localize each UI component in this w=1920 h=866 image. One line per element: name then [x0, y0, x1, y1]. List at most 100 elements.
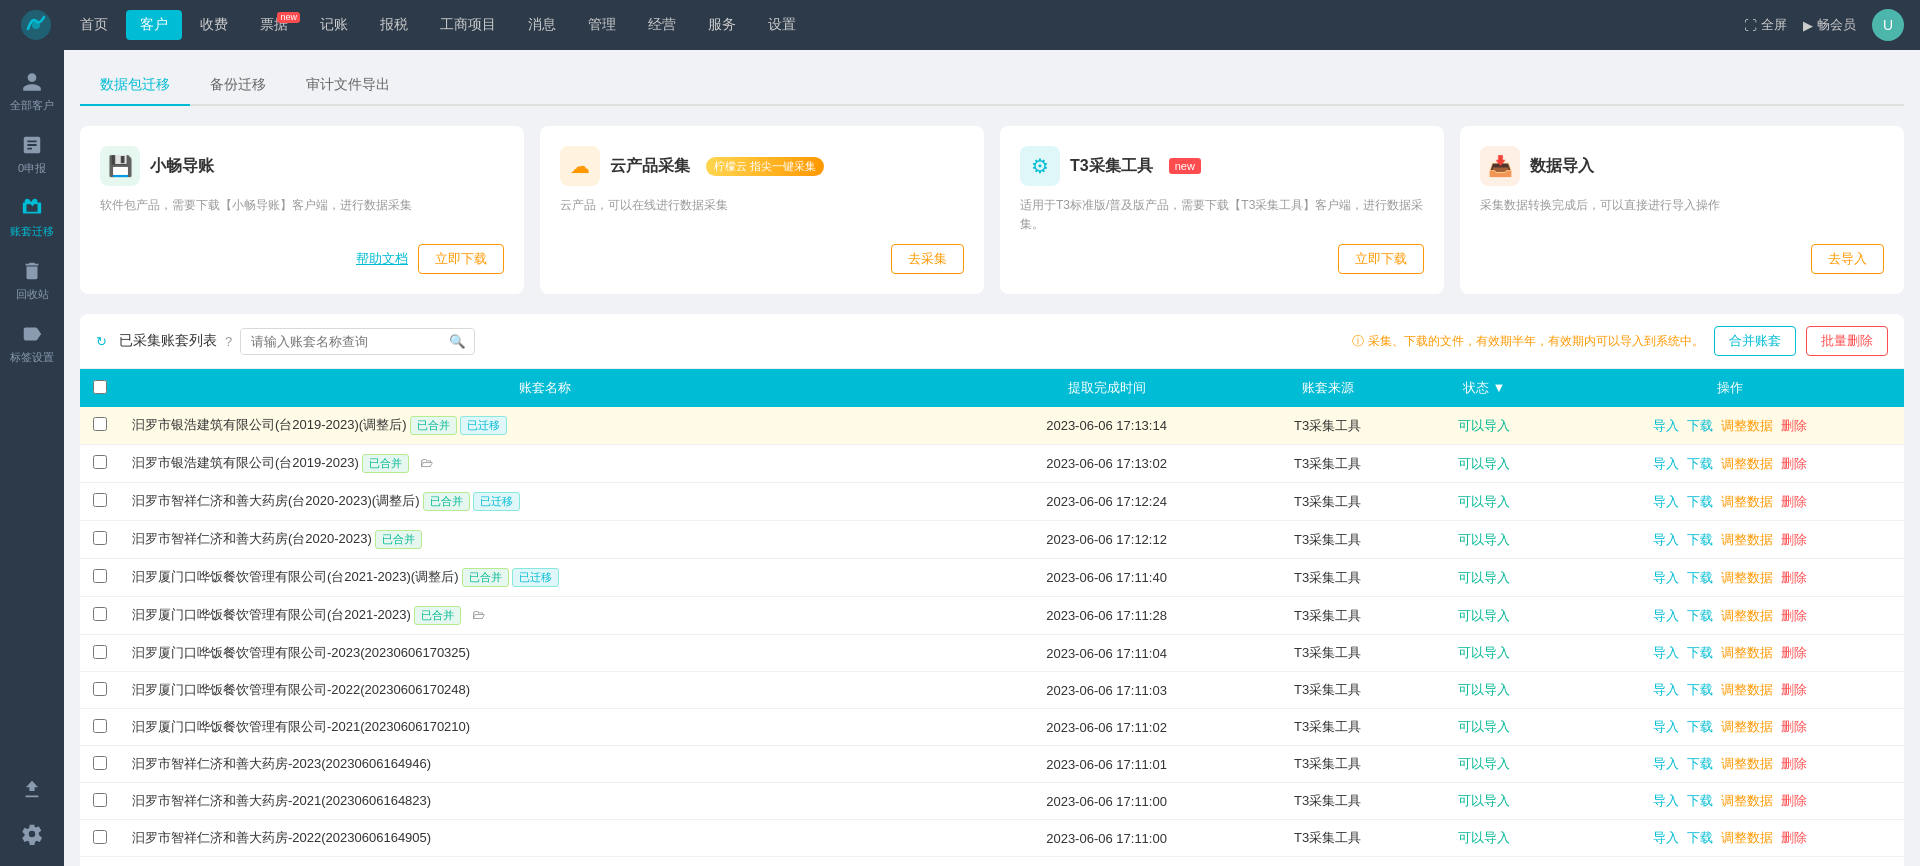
nav-accounting[interactable]: 记账: [306, 10, 362, 40]
sidebar-item-migrate[interactable]: 账套迁移: [0, 186, 64, 249]
file-icon[interactable]: 🗁: [472, 607, 485, 622]
member-btn[interactable]: ▶ 畅会员: [1803, 16, 1856, 34]
nav-home[interactable]: 首页: [66, 10, 122, 40]
import-link[interactable]: 导入: [1653, 793, 1679, 808]
download-link[interactable]: 下载: [1687, 719, 1713, 734]
adjust-data-link[interactable]: 调整数据: [1721, 456, 1773, 471]
tab-audit-export[interactable]: 审计文件导出: [286, 66, 410, 106]
row-checkbox[interactable]: [93, 455, 107, 469]
delete-link[interactable]: 删除: [1781, 570, 1807, 585]
adjust-data-link[interactable]: 调整数据: [1721, 830, 1773, 845]
nav-tax[interactable]: 报税: [366, 10, 422, 40]
row-checkbox[interactable]: [93, 493, 107, 507]
adjust-data-link[interactable]: 调整数据: [1721, 756, 1773, 771]
import-link[interactable]: 导入: [1653, 645, 1679, 660]
nav-operation[interactable]: 经营: [634, 10, 690, 40]
nav-customer[interactable]: 客户: [126, 10, 182, 40]
import-link[interactable]: 导入: [1653, 494, 1679, 509]
adjust-data-link[interactable]: 调整数据: [1721, 719, 1773, 734]
nav-business[interactable]: 工商项目: [426, 10, 510, 40]
delete-link[interactable]: 删除: [1781, 756, 1807, 771]
tab-backup-migration[interactable]: 备份迁移: [190, 66, 286, 106]
import-link[interactable]: 导入: [1653, 532, 1679, 547]
download-link[interactable]: 下载: [1687, 494, 1713, 509]
nav-settings[interactable]: 设置: [754, 10, 810, 40]
download-link[interactable]: 下载: [1687, 645, 1713, 660]
merge-accounts-btn[interactable]: 合并账套: [1714, 326, 1796, 356]
help-icon[interactable]: ?: [225, 334, 232, 349]
import-link[interactable]: 导入: [1653, 719, 1679, 734]
row-checkbox[interactable]: [93, 719, 107, 733]
adjust-data-link[interactable]: 调整数据: [1721, 793, 1773, 808]
batch-delete-btn[interactable]: 批量删除: [1806, 326, 1888, 356]
delete-link[interactable]: 删除: [1781, 793, 1807, 808]
import-link[interactable]: 导入: [1653, 418, 1679, 433]
download-link[interactable]: 下载: [1687, 532, 1713, 547]
import-link[interactable]: 导入: [1653, 756, 1679, 771]
delete-link[interactable]: 删除: [1781, 608, 1807, 623]
nav-invoice[interactable]: 票据new: [246, 10, 302, 40]
delete-link[interactable]: 删除: [1781, 719, 1807, 734]
row-checkbox[interactable]: [93, 417, 107, 431]
sidebar-item-recycle[interactable]: 回收站: [0, 249, 64, 312]
nav-message[interactable]: 消息: [514, 10, 570, 40]
search-button[interactable]: 🔍: [441, 329, 474, 354]
download-link[interactable]: 下载: [1687, 830, 1713, 845]
nav-manage[interactable]: 管理: [574, 10, 630, 40]
col-status[interactable]: 状态 ▼: [1413, 369, 1555, 407]
download-link[interactable]: 下载: [1687, 682, 1713, 697]
nav-fee[interactable]: 收费: [186, 10, 242, 40]
import-link[interactable]: 导入: [1653, 456, 1679, 471]
row-checkbox[interactable]: [93, 569, 107, 583]
adjust-data-link[interactable]: 调整数据: [1721, 682, 1773, 697]
sidebar-item-all-customers[interactable]: 全部客户: [0, 60, 64, 123]
row-checkbox[interactable]: [93, 793, 107, 807]
row-checkbox[interactable]: [93, 645, 107, 659]
delete-link[interactable]: 删除: [1781, 494, 1807, 509]
search-input[interactable]: [241, 329, 441, 354]
row-checkbox[interactable]: [93, 756, 107, 770]
tab-data-migration[interactable]: 数据包迁移: [80, 66, 190, 106]
download-link[interactable]: 下载: [1687, 456, 1713, 471]
download-link[interactable]: 下载: [1687, 793, 1713, 808]
delete-link[interactable]: 删除: [1781, 830, 1807, 845]
download-link[interactable]: 下载: [1687, 756, 1713, 771]
adjust-data-link[interactable]: 调整数据: [1721, 494, 1773, 509]
row-checkbox[interactable]: [93, 607, 107, 621]
import-link[interactable]: 导入: [1653, 570, 1679, 585]
sidebar-item-zero-report[interactable]: 0申报: [0, 123, 64, 186]
refresh-icon[interactable]: ↻: [96, 334, 107, 349]
fullscreen-btn[interactable]: ⛶ 全屏: [1744, 16, 1787, 34]
cloud-collect-btn[interactable]: 去采集: [891, 244, 964, 274]
import-link[interactable]: 导入: [1653, 608, 1679, 623]
sidebar-item-settings[interactable]: [20, 812, 44, 856]
delete-link[interactable]: 删除: [1781, 532, 1807, 547]
download-link[interactable]: 下载: [1687, 608, 1713, 623]
adjust-data-link[interactable]: 调整数据: [1721, 570, 1773, 585]
import-link[interactable]: 导入: [1653, 682, 1679, 697]
file-icon[interactable]: 🗁: [420, 455, 433, 470]
t3-download-btn[interactable]: 立即下载: [1338, 244, 1424, 274]
delete-link[interactable]: 删除: [1781, 682, 1807, 697]
delete-link[interactable]: 删除: [1781, 418, 1807, 433]
row-checkbox[interactable]: [93, 531, 107, 545]
adjust-data-link[interactable]: 调整数据: [1721, 532, 1773, 547]
row-checkbox[interactable]: [93, 830, 107, 844]
nav-service[interactable]: 服务: [694, 10, 750, 40]
sidebar-item-download[interactable]: [20, 768, 44, 812]
adjust-data-link[interactable]: 调整数据: [1721, 418, 1773, 433]
delete-link[interactable]: 删除: [1781, 645, 1807, 660]
download-link[interactable]: 下载: [1687, 418, 1713, 433]
xiaochang-help-link[interactable]: 帮助文档: [356, 250, 408, 268]
adjust-data-link[interactable]: 调整数据: [1721, 608, 1773, 623]
download-link[interactable]: 下载: [1687, 570, 1713, 585]
import-link[interactable]: 导入: [1653, 830, 1679, 845]
delete-link[interactable]: 删除: [1781, 456, 1807, 471]
select-all-checkbox[interactable]: [93, 380, 107, 394]
adjust-data-link[interactable]: 调整数据: [1721, 645, 1773, 660]
import-go-btn[interactable]: 去导入: [1811, 244, 1884, 274]
user-avatar[interactable]: U: [1872, 9, 1904, 41]
row-checkbox[interactable]: [93, 682, 107, 696]
sidebar-item-tag-settings[interactable]: 标签设置: [0, 312, 64, 375]
xiaochang-download-btn[interactable]: 立即下载: [418, 244, 504, 274]
